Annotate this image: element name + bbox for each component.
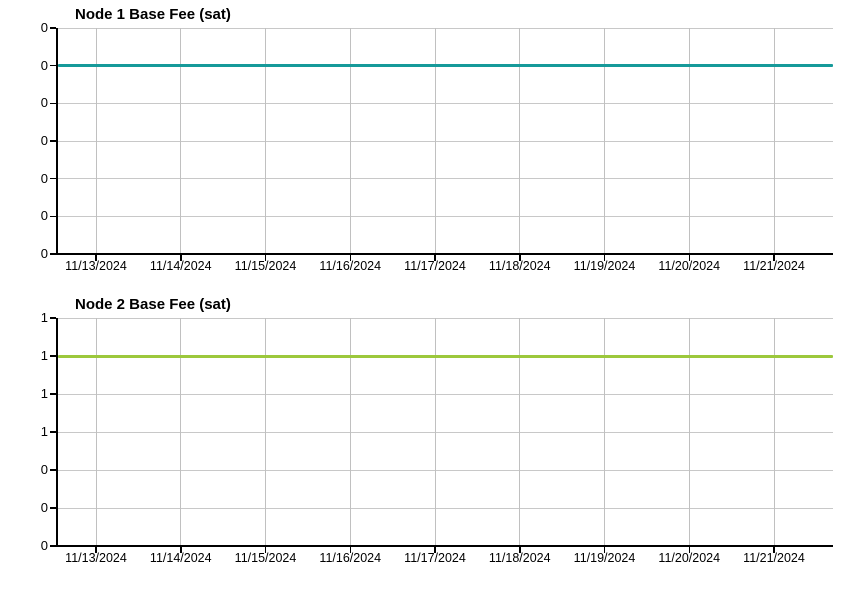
y-tick-mark bbox=[50, 507, 56, 509]
x-tick-label: 11/15/2024 bbox=[234, 551, 297, 565]
base-fee-series-line bbox=[58, 354, 833, 358]
vertical-gridline bbox=[773, 318, 775, 546]
x-tick-label: 11/20/2024 bbox=[658, 551, 721, 565]
y-tick-label: 0 bbox=[40, 500, 48, 515]
vertical-gridline bbox=[434, 318, 436, 546]
y-tick-mark bbox=[50, 469, 56, 471]
y-tick-label: 1 bbox=[40, 386, 48, 401]
y-axis-line bbox=[56, 318, 58, 547]
vertical-gridline bbox=[604, 318, 605, 546]
vertical-gridline bbox=[95, 318, 97, 546]
horizontal-gridline bbox=[58, 393, 833, 395]
charts-page: Node 1 Base Fee (sat) 0 0 0 0 0 0 0 11/13/2024 1… bbox=[0, 0, 860, 600]
y-tick-mark bbox=[50, 317, 56, 319]
vertical-gridline bbox=[265, 318, 266, 546]
x-tick-label: 11/21/2024 bbox=[743, 551, 805, 565]
x-tick-label: 11/13/2024 bbox=[65, 551, 127, 565]
y-tick-mark bbox=[50, 355, 56, 357]
y-tick-label: 0 bbox=[40, 538, 48, 553]
node-2-base-fee-chart: Node 2 Base Fee (sat) 1 1 1 1 0 0 0 11/13/2024 1… bbox=[0, 0, 860, 600]
x-axis-line bbox=[56, 545, 833, 547]
x-tick-label: 11/16/2024 bbox=[319, 551, 382, 565]
y-tick-label: 1 bbox=[40, 348, 48, 363]
x-tick-label: 11/19/2024 bbox=[573, 551, 636, 565]
vertical-gridline bbox=[688, 318, 690, 546]
y-tick-mark bbox=[50, 545, 56, 547]
y-tick-label: 0 bbox=[40, 462, 48, 477]
y-tick-label: 1 bbox=[40, 424, 48, 439]
x-tick-label: 11/17/2024 bbox=[404, 551, 466, 565]
horizontal-gridline bbox=[58, 317, 833, 319]
y-tick-mark bbox=[50, 431, 56, 433]
x-tick-label: 11/18/2024 bbox=[488, 551, 551, 565]
vertical-gridline bbox=[180, 318, 182, 546]
vertical-gridline bbox=[519, 318, 521, 546]
horizontal-gridline bbox=[58, 431, 833, 433]
vertical-gridline bbox=[349, 318, 351, 546]
y-tick-mark bbox=[50, 393, 56, 395]
horizontal-gridline bbox=[58, 507, 833, 509]
chart-title: Node 2 Base Fee (sat) bbox=[75, 296, 231, 313]
y-tick-label: 1 bbox=[40, 310, 48, 325]
horizontal-gridline bbox=[58, 469, 833, 471]
x-tick-label: 11/14/2024 bbox=[149, 551, 212, 565]
